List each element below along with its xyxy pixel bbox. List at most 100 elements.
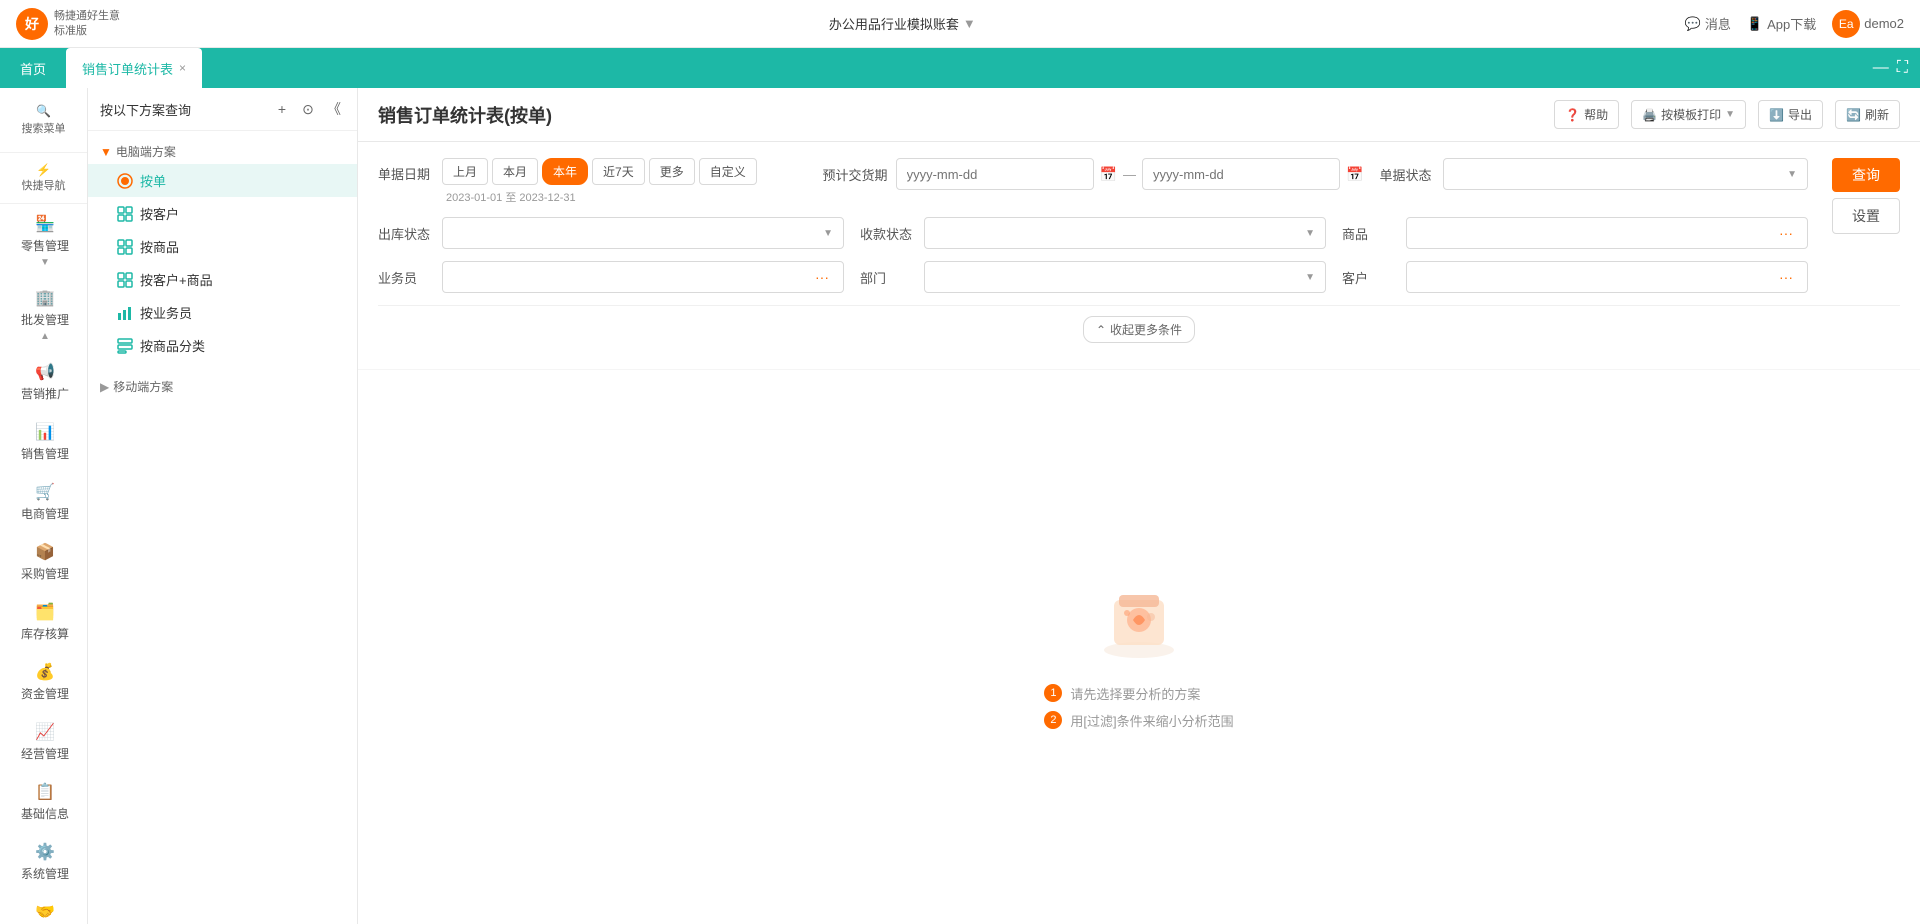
sidebar-item-finance[interactable]: 💰 资金管理	[0, 652, 87, 712]
workspace-title-area[interactable]: 办公用品行业模拟账套 ▼	[829, 14, 976, 33]
tab-close-icon[interactable]: ×	[179, 61, 186, 75]
calendar-start-icon[interactable]: 📅	[1100, 166, 1117, 183]
sidebar-item-system[interactable]: ⚙️ 系统管理	[0, 832, 87, 892]
scheme-item-by-customer[interactable]: 按客户	[88, 197, 357, 230]
scheme-mobile-section: ▶ 移动端方案	[88, 366, 357, 403]
system-icon: ⚙️	[35, 842, 55, 862]
expected-delivery-end-input[interactable]	[1142, 158, 1340, 190]
tab-home[interactable]: 首页	[0, 48, 66, 88]
message-btn[interactable]: 💬 消息	[1685, 14, 1731, 33]
refresh-btn[interactable]: 🔄 刷新	[1835, 100, 1900, 129]
by-order-icon	[116, 172, 134, 190]
sidebar-item-marketing[interactable]: 📢 营销推广	[0, 352, 87, 412]
scheme-group-mobile: ▶ 移动端方案	[88, 370, 357, 399]
department-select[interactable]: ▼	[924, 261, 1326, 293]
sidebar-item-sales[interactable]: 📊 销售管理	[0, 412, 87, 472]
payment-status-select[interactable]: ▼	[924, 217, 1326, 249]
calendar-end-icon[interactable]: 📅	[1346, 166, 1363, 183]
customer-label: 客户	[1342, 268, 1398, 287]
scheme-settings-btn[interactable]: ⊙	[297, 98, 319, 120]
inventory-icon: 🗂️	[35, 602, 55, 622]
salesperson-dots[interactable]: ···	[811, 269, 833, 285]
date-last-month-btn[interactable]: 上月	[442, 158, 488, 185]
scheme-panel: 按以下方案查询 + ⊙ 《 ▼ 电脑端方案 按单	[88, 88, 358, 924]
logo-area: 好 畅捷通好生意 标准版	[16, 8, 120, 40]
settings-filter-btn[interactable]: 设置	[1832, 198, 1900, 234]
template-print-btn[interactable]: 🖨️ 按模板打印 ▼	[1631, 100, 1746, 129]
sidebar-item-retail[interactable]: 🏪 零售管理 ▼	[0, 204, 87, 278]
expected-delivery-start-input[interactable]	[896, 158, 1094, 190]
expected-delivery-group: 📅 — 📅	[896, 158, 1364, 190]
product-dots[interactable]: ···	[1775, 225, 1797, 241]
sidebar-item-inventory[interactable]: 🗂️ 库存核算	[0, 592, 87, 652]
filter-rows: 单据日期 上月 本月 本年 近7天 更多 自定义	[378, 158, 1808, 293]
empty-hint-1: 1 请先选择要分析的方案	[1044, 684, 1233, 703]
workspace-dropdown-icon: ▼	[963, 16, 976, 31]
minimize-btn[interactable]: —	[1873, 59, 1889, 77]
scheme-item-by-cust-prod[interactable]: 按客户+商品	[88, 263, 357, 296]
scheme-collapse-btn[interactable]: 《	[323, 98, 345, 120]
sidebar-item-corp[interactable]: 🤝 企业协同	[0, 892, 87, 924]
top-bar-right: 💬 消息 📱 App下载 Ea demo2	[1685, 10, 1904, 38]
doc-status-arrow: ▼	[1787, 169, 1797, 180]
scheme-item-by-product[interactable]: 按商品	[88, 230, 357, 263]
logo-icon: 好	[16, 8, 48, 40]
date-more-btn[interactable]: 更多	[649, 158, 695, 185]
date-this-month-btn[interactable]: 本月	[492, 158, 538, 185]
by-category-icon	[116, 337, 134, 355]
print-icon: 🖨️	[1642, 108, 1657, 122]
date-separator: —	[1123, 167, 1136, 182]
export-btn[interactable]: ⬇️ 导出	[1758, 100, 1823, 129]
shipping-status-select[interactable]: ▼	[442, 217, 844, 249]
sidebar-item-operations[interactable]: 📈 经营管理	[0, 712, 87, 772]
maximize-btn[interactable]: ⛶	[1897, 59, 1908, 77]
date-this-year-btn[interactable]: 本年	[542, 158, 588, 185]
empty-illustration	[1089, 565, 1189, 668]
date-last7days-btn[interactable]: 近7天	[592, 158, 645, 185]
scheme-item-by-category[interactable]: 按商品分类	[88, 329, 357, 362]
mobile-expand-icon: ▶	[100, 380, 109, 394]
main-panel-header: 销售订单统计表(按单) ❓ 帮助 🖨️ 按模板打印 ▼ ⬇️	[358, 88, 1920, 142]
tab-active[interactable]: 销售订单统计表 ×	[66, 48, 202, 88]
date-custom-btn[interactable]: 自定义	[699, 158, 757, 185]
payment-arrow: ▼	[1305, 228, 1315, 239]
search-menu-btn[interactable]: 🔍 搜索菜单	[8, 98, 79, 142]
quick-nav-btn[interactable]: ⚡ 快捷导航	[0, 157, 87, 199]
scheme-item-by-salesperson[interactable]: 按业务员	[88, 296, 357, 329]
message-icon: 💬	[1685, 16, 1701, 32]
scheme-panel-actions: + ⊙ 《	[271, 98, 345, 120]
app-download-btn[interactable]: 📱 App下载	[1747, 14, 1816, 33]
salesperson-select[interactable]: ···	[442, 261, 844, 293]
product-select[interactable]: ···	[1406, 217, 1808, 249]
sidebar-item-wholesale[interactable]: 🏢 批发管理 ▲	[0, 278, 87, 352]
tab-bar-actions: — ⛶	[1861, 59, 1920, 77]
customer-select[interactable]: ···	[1406, 261, 1808, 293]
help-btn[interactable]: ❓ 帮助	[1554, 100, 1619, 129]
scheme-pc-section: ▼ 电脑端方案 按单 按客户	[88, 131, 357, 366]
sales-icon: 📊	[35, 422, 55, 442]
group-expand-icon: ▼	[100, 145, 112, 159]
doc-status-select[interactable]: ▼	[1443, 158, 1808, 190]
doc-status-label: 单据状态	[1379, 165, 1435, 184]
query-btn[interactable]: 查询	[1832, 158, 1900, 192]
shipping-status-label: 出库状态	[378, 224, 434, 243]
basic-icon: 📋	[35, 782, 55, 802]
scheme-add-btn[interactable]: +	[271, 98, 293, 120]
main-layout: 🔍 搜索菜单 ⚡ 快捷导航 🏪 零售管理 ▼ 🏢 批发管理 ▲ 📢 营销推广 📊	[0, 88, 1920, 924]
header-actions: ❓ 帮助 🖨️ 按模板打印 ▼ ⬇️ 导出 �	[1554, 100, 1900, 129]
user-area[interactable]: Ea demo2	[1832, 10, 1904, 38]
empty-state: 1 请先选择要分析的方案 2 用[过滤]条件来缩小分析范围	[358, 370, 1920, 924]
collapse-btn[interactable]: ⌃ 收起更多条件	[1083, 316, 1195, 343]
sidebar-item-basic[interactable]: 📋 基础信息	[0, 772, 87, 832]
scheme-item-by-order[interactable]: 按单	[88, 164, 357, 197]
sidebar-search-area: 🔍 搜索菜单	[0, 88, 87, 153]
logo-text: 畅捷通好生意 标准版	[54, 9, 120, 38]
sidebar-item-ecommerce[interactable]: 🛒 电商管理	[0, 472, 87, 532]
by-customer-icon	[116, 205, 134, 223]
tab-bar: 首页 销售订单统计表 × — ⛶	[0, 48, 1920, 88]
filter-area: 单据日期 上月 本月 本年 近7天 更多 自定义	[358, 142, 1920, 369]
quick-nav-area: ⚡ 快捷导航	[0, 153, 87, 204]
sidebar-item-purchase[interactable]: 📦 采购管理	[0, 532, 87, 592]
finance-icon: 💰	[35, 662, 55, 682]
customer-dots[interactable]: ···	[1775, 269, 1797, 285]
